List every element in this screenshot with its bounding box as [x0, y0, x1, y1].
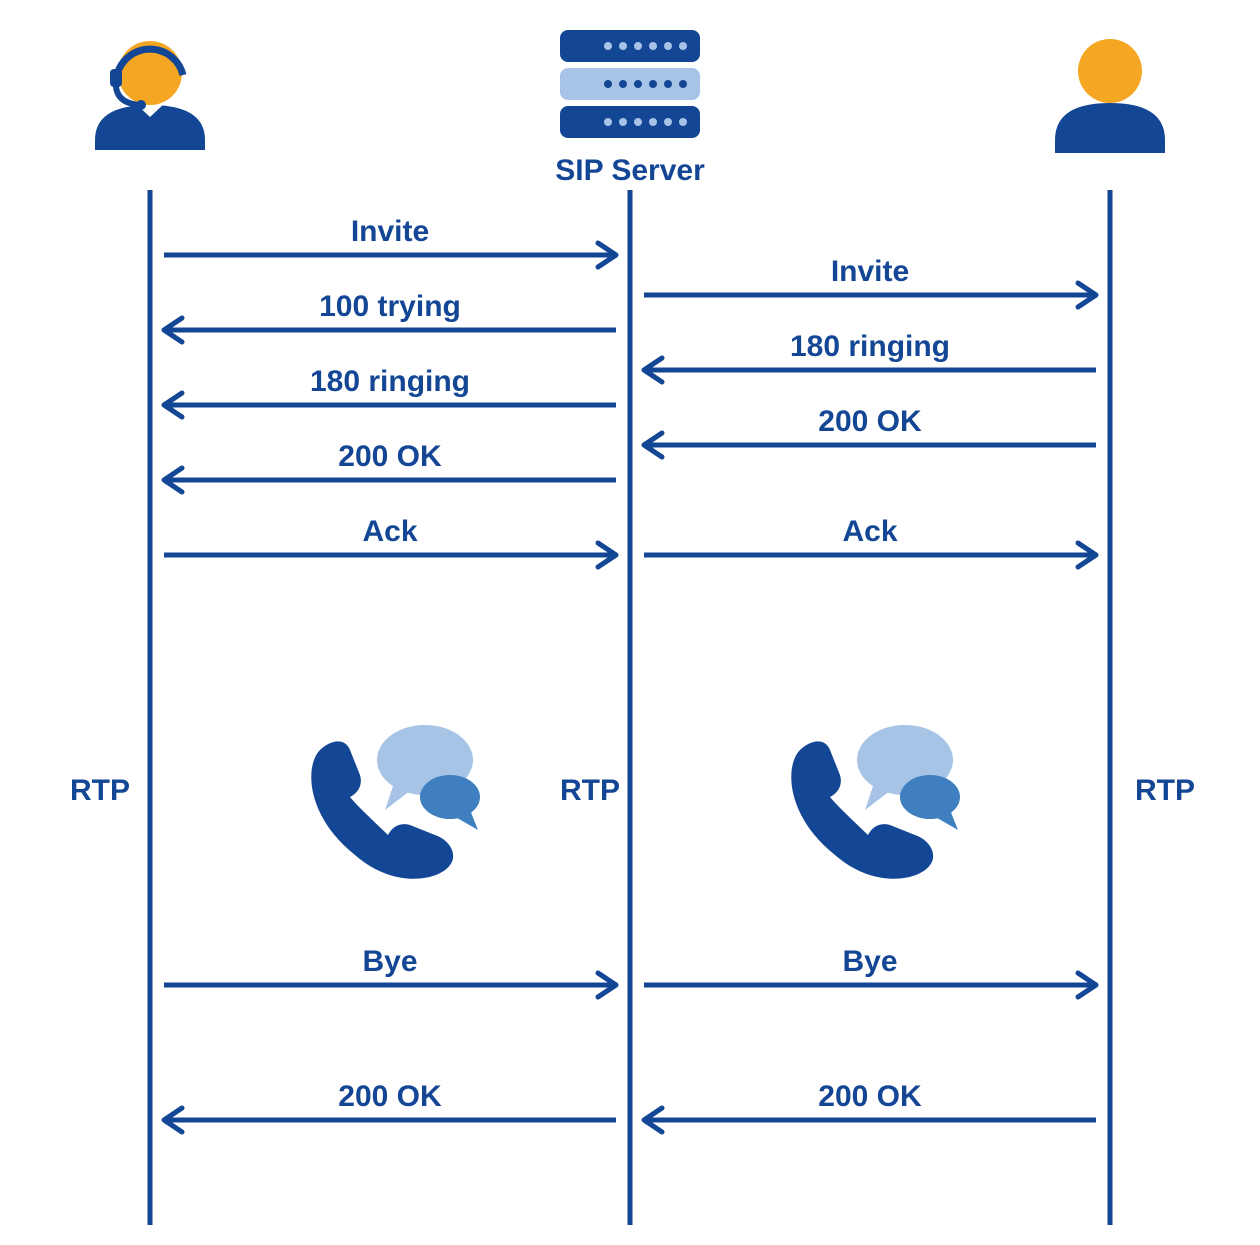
rtp-label-callee: RTP — [1135, 774, 1195, 807]
left-setup-messages: Invite 100 trying 180 ringing 200 OK Ack — [164, 215, 616, 567]
message-label-left-2: 180 ringing — [310, 365, 470, 398]
message-label-left-0: Invite — [351, 215, 429, 248]
message-label-left-3: 200 OK — [338, 440, 442, 473]
message-label-right-3: Ack — [842, 515, 897, 548]
message-label-right-0: Invite — [831, 255, 909, 288]
callee-icon — [1055, 39, 1165, 153]
message-label-tr-1: 200 OK — [818, 1080, 922, 1113]
rtp-label-server: RTP — [560, 774, 620, 807]
message-label-tl-1: 200 OK — [338, 1080, 442, 1113]
left-teardown-messages: Bye 200 OK — [164, 945, 616, 1132]
sip-sequence-diagram: SIP Server Invite 100 trying 180 ringing 20… — [0, 0, 1260, 1245]
sip-server-label: SIP Server — [555, 154, 705, 187]
message-label-tl-0: Bye — [362, 945, 417, 978]
sip-server-icon — [560, 30, 700, 138]
phone-chat-icon-right — [791, 725, 960, 879]
phone-chat-icon-left — [311, 725, 480, 879]
message-label-left-4: Ack — [362, 515, 417, 548]
right-teardown-messages: Bye 200 OK — [644, 945, 1096, 1132]
caller-icon — [95, 41, 205, 150]
message-label-right-1: 180 ringing — [790, 330, 950, 363]
message-label-right-2: 200 OK — [818, 405, 922, 438]
message-label-left-1: 100 trying — [319, 290, 461, 323]
rtp-label-caller: RTP — [70, 774, 130, 807]
message-label-tr-0: Bye — [842, 945, 897, 978]
right-setup-messages: Invite 180 ringing 200 OK Ack — [644, 255, 1096, 567]
